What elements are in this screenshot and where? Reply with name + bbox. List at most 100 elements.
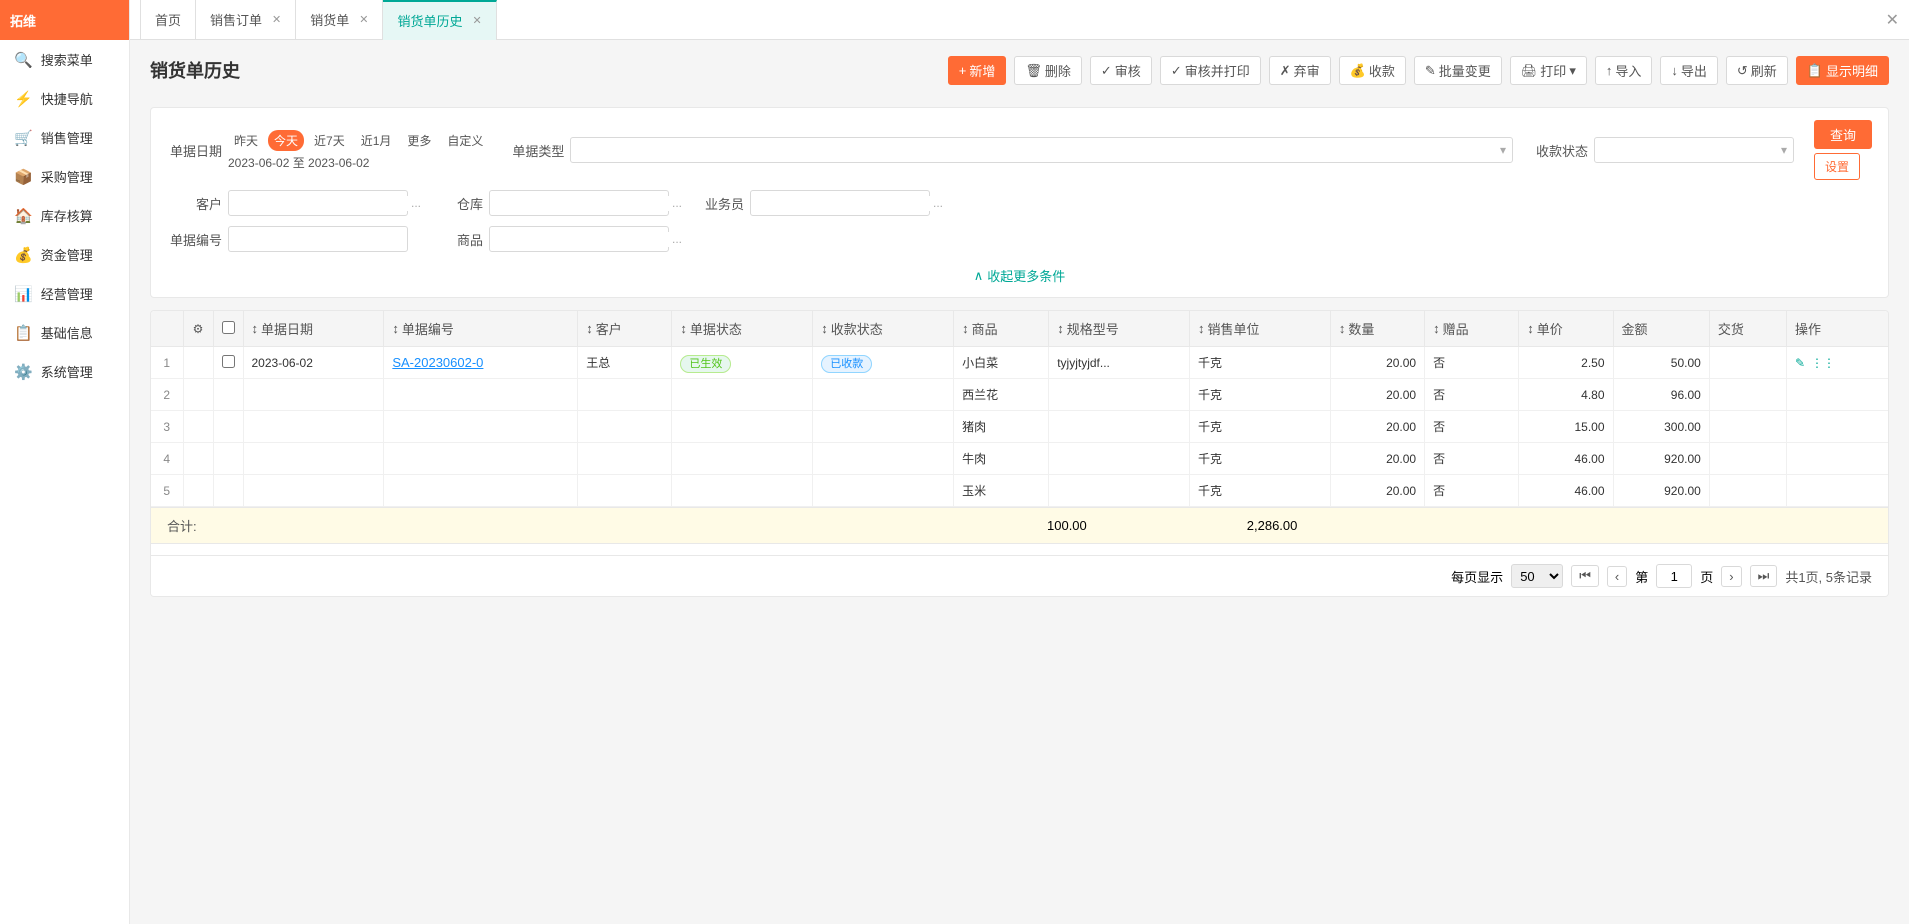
import-button[interactable]: ↑ 导入: [1595, 56, 1653, 85]
sidebar-item-sales-mgmt[interactable]: 🛒 销售管理: [0, 118, 129, 157]
batch-change-button[interactable]: ✎ 批量变更: [1414, 56, 1502, 85]
tab-home[interactable]: 首页: [140, 0, 196, 40]
row-checkbox-cell[interactable]: [213, 379, 243, 411]
col-unit[interactable]: ↕销售单位: [1190, 311, 1331, 347]
tab-sales-history-close[interactable]: ✕: [473, 14, 482, 27]
horizontal-scrollbar[interactable]: [151, 543, 1888, 555]
doc-no-link[interactable]: SA-20230602-0: [392, 355, 483, 370]
payment-status-cell: [813, 379, 954, 411]
show-detail-button[interactable]: 📋 显示明细: [1796, 56, 1889, 85]
collapse-button[interactable]: ∧ 收起更多条件: [167, 262, 1872, 285]
col-doc-date[interactable]: ↕单据日期: [243, 311, 384, 347]
col-spec[interactable]: ↕规格型号: [1049, 311, 1190, 347]
col-payment-status[interactable]: ↕收款状态: [813, 311, 954, 347]
filter-salesman-item: 业务员 ...: [689, 190, 930, 216]
customer-ellipsis[interactable]: ...: [411, 196, 421, 210]
col-doc-status[interactable]: ↕单据状态: [672, 311, 813, 347]
review-print-button[interactable]: ✓ 审核并打印: [1160, 56, 1261, 85]
sidebar-item-finance-mgmt[interactable]: 💰 资金管理: [0, 235, 129, 274]
print-button[interactable]: 🖨 打印 ▾: [1510, 56, 1587, 85]
customer-input[interactable]: [235, 196, 411, 211]
sidebar-item-quick-nav[interactable]: ⚡ 快捷导航: [0, 79, 129, 118]
transaction-cell: [1709, 443, 1786, 475]
table-row: 1 2023-06-02 SA-20230602-0 王总 已生效 已收款 小白…: [151, 347, 1888, 379]
col-customer[interactable]: ↕客户: [578, 311, 672, 347]
tab-sales-order[interactable]: 销售订单 ✕: [196, 0, 296, 40]
warehouse-ellipsis[interactable]: ...: [672, 196, 682, 210]
doc-no-cell[interactable]: [384, 443, 578, 475]
last-page-button[interactable]: ⏭: [1750, 565, 1778, 587]
doc-no-cell[interactable]: [384, 411, 578, 443]
delete-button[interactable]: 🗑 删除: [1014, 56, 1082, 85]
amount-cell: 920.00: [1613, 443, 1709, 475]
unit-cell: 千克: [1190, 475, 1331, 507]
sidebar-item-search-menu[interactable]: 🔍 搜索菜单: [0, 40, 129, 79]
page-size-select[interactable]: 50 100 200: [1511, 564, 1563, 588]
col-qty[interactable]: ↕数量: [1330, 311, 1424, 347]
select-all-checkbox[interactable]: [222, 321, 235, 334]
next-page-button[interactable]: ›: [1721, 566, 1741, 587]
col-unit-price[interactable]: ↕单价: [1519, 311, 1613, 347]
payment-status-input[interactable]: [1601, 143, 1781, 158]
review-icon: ✓: [1101, 63, 1112, 79]
date-btn-more[interactable]: 更多: [401, 130, 437, 151]
unit-price-cell: 46.00: [1519, 475, 1613, 507]
first-page-button[interactable]: ⏮: [1571, 565, 1599, 587]
row-checkbox-cell[interactable]: [213, 347, 243, 379]
sidebar-item-ops-mgmt[interactable]: 📊 经营管理: [0, 274, 129, 313]
abandon-button[interactable]: ✗ 弃审: [1269, 56, 1331, 85]
query-button[interactable]: 查询: [1814, 120, 1872, 149]
col-gift[interactable]: ↕赠品: [1425, 311, 1519, 347]
row-checkbox[interactable]: [222, 355, 235, 368]
doc-no-cell[interactable]: [384, 379, 578, 411]
edit-action[interactable]: ✎: [1795, 356, 1805, 370]
sidebar-logo: 拓维: [0, 0, 129, 40]
date-btn-1month[interactable]: 近1月: [355, 130, 398, 151]
tab-sales-order-close[interactable]: ✕: [272, 13, 281, 26]
sidebar-item-purchase-mgmt[interactable]: 📦 采购管理: [0, 157, 129, 196]
more-action[interactable]: ⋮⋮: [1811, 356, 1835, 370]
collect-button[interactable]: 💰 收款: [1339, 56, 1406, 85]
data-table: ⚙ ↕单据日期 ↕单据编号 ↕客户 ↕单据状态 ↕收款状态 ↕商品 ↕规格型号 …: [151, 311, 1888, 507]
goods-input[interactable]: [496, 232, 672, 247]
gear-cell: [183, 475, 213, 507]
sidebar-item-sys-mgmt[interactable]: ⚙️ 系统管理: [0, 352, 129, 391]
date-btn-custom[interactable]: 自定义: [441, 130, 489, 151]
col-goods[interactable]: ↕商品: [954, 311, 1049, 347]
settings-button[interactable]: 设置: [1814, 153, 1860, 180]
review-button[interactable]: ✓ 审核: [1090, 56, 1152, 85]
col-doc-no[interactable]: ↕单据编号: [384, 311, 578, 347]
doc-date-cell: 2023-06-02: [243, 347, 384, 379]
row-checkbox-cell[interactable]: [213, 443, 243, 475]
prev-page-button[interactable]: ‹: [1607, 566, 1627, 587]
tab-sales-goods-close[interactable]: ✕: [359, 13, 368, 26]
export-button[interactable]: ↓ 导出: [1660, 56, 1718, 85]
sidebar-item-inventory[interactable]: 🏠 库存核算: [0, 196, 129, 235]
row-checkbox-cell[interactable]: [213, 411, 243, 443]
purchase-mgmt-icon: 📦: [14, 168, 33, 186]
gift-cell: 否: [1425, 379, 1519, 411]
payment-status-cell: [813, 411, 954, 443]
doc-no-cell[interactable]: [384, 475, 578, 507]
sidebar-item-basic-info[interactable]: 📋 基础信息: [0, 313, 129, 352]
tab-sales-history[interactable]: 销货单历史 ✕: [383, 0, 496, 40]
docno-input[interactable]: [228, 226, 408, 252]
doc-no-cell[interactable]: SA-20230602-0: [384, 347, 578, 379]
warehouse-input[interactable]: [496, 196, 672, 211]
salesman-input[interactable]: [757, 196, 933, 211]
goods-ellipsis[interactable]: ...: [672, 232, 682, 246]
current-page-input[interactable]: [1656, 564, 1692, 588]
date-btn-yesterday[interactable]: 昨天: [228, 130, 264, 151]
refresh-button[interactable]: ↺ 刷新: [1726, 56, 1788, 85]
tab-sales-goods[interactable]: 销货单 ✕: [296, 0, 383, 40]
date-btn-7days[interactable]: 近7天: [308, 130, 351, 151]
col-gear[interactable]: ⚙: [183, 311, 213, 347]
col-row-num: [151, 311, 183, 347]
doc-type-input[interactable]: [577, 143, 1500, 158]
row-num-cell: 1: [151, 347, 183, 379]
new-button[interactable]: + 新增: [948, 56, 1007, 85]
row-checkbox-cell[interactable]: [213, 475, 243, 507]
tab-bar-close-all[interactable]: ✕: [1886, 10, 1899, 30]
salesman-ellipsis[interactable]: ...: [933, 196, 943, 210]
date-btn-today[interactable]: 今天: [268, 130, 304, 151]
